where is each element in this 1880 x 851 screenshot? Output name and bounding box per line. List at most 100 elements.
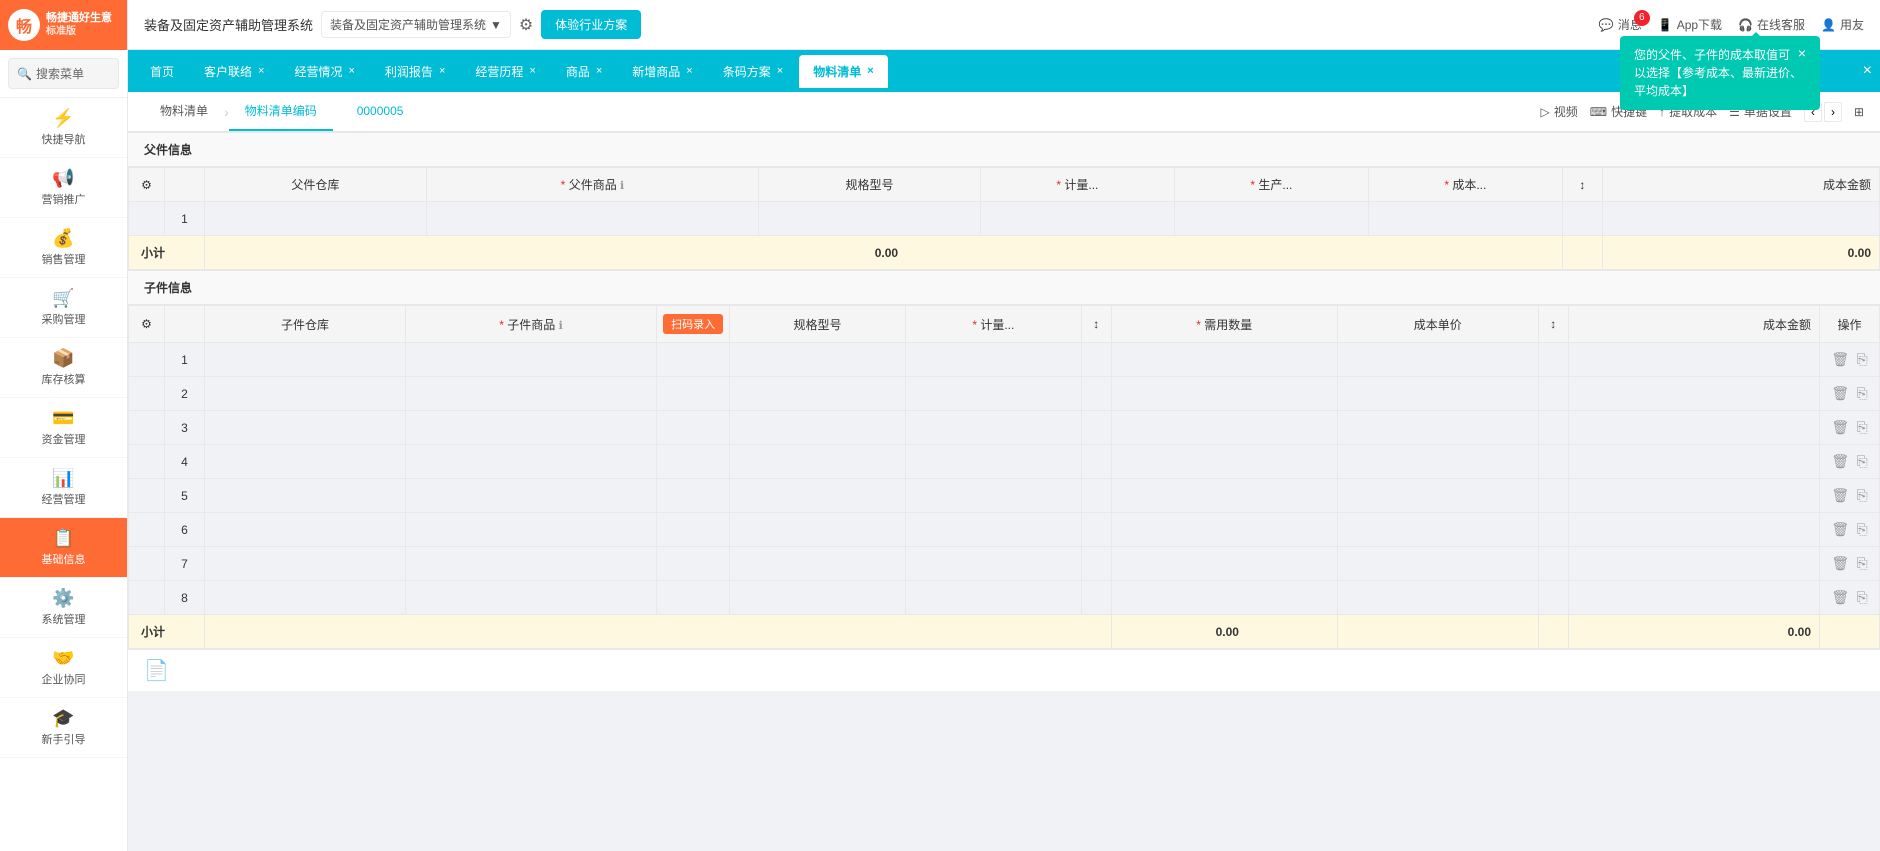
sub-tab-code[interactable]: 0000005	[341, 94, 420, 130]
delete-row-button-1[interactable]: 🗑	[1829, 385, 1851, 401]
child-cell-unitcost-7[interactable]	[1337, 581, 1538, 615]
sidebar-item-quicknav[interactable]: ⚡ 快捷导航	[0, 98, 127, 158]
tab-product[interactable]: 商品 ×	[552, 55, 616, 88]
child-cell-qty-0[interactable]	[1111, 343, 1337, 377]
sidebar-item-basic[interactable]: 📋 基础信息	[0, 518, 127, 578]
copy-row-button-6[interactable]: ⎘	[1854, 555, 1869, 571]
close-tab-product[interactable]: ×	[596, 65, 602, 77]
child-cell-spec-6[interactable]	[730, 547, 906, 581]
parent-cell-warehouse[interactable]	[205, 202, 427, 236]
delete-row-button-6[interactable]: 🗑	[1829, 555, 1851, 571]
child-cell-warehouse-3[interactable]	[205, 445, 406, 479]
close-all-tabs[interactable]: ×	[1863, 62, 1872, 80]
child-cell-spec-7[interactable]	[730, 581, 906, 615]
child-cell-warehouse-6[interactable]	[205, 547, 406, 581]
sub-tab-list[interactable]: 物料清单	[144, 92, 224, 131]
parent-col-gear[interactable]: ⚙	[129, 168, 165, 202]
child-col-gear[interactable]: ⚙	[129, 306, 165, 343]
copy-row-button-1[interactable]: ⎘	[1854, 385, 1869, 401]
sidebar-search[interactable]: 🔍 搜索菜单	[0, 50, 127, 98]
parent-cell-production[interactable]	[1174, 202, 1368, 236]
child-cell-product-5[interactable]	[405, 513, 656, 547]
child-cell-warehouse-7[interactable]	[205, 581, 406, 615]
copy-row-button-2[interactable]: ⎘	[1854, 419, 1869, 435]
child-cell-warehouse-2[interactable]	[205, 411, 406, 445]
delete-row-button-4[interactable]: 🗑	[1829, 487, 1851, 503]
child-cell-unitcost-2[interactable]	[1337, 411, 1538, 445]
sidebar-item-enterprise[interactable]: 🤝 企业协同	[0, 638, 127, 698]
sidebar-item-system[interactable]: ⚙️ 系统管理	[0, 578, 127, 638]
child-cell-spec-4[interactable]	[730, 479, 906, 513]
trial-button[interactable]: 体验行业方案	[541, 10, 641, 39]
child-cell-unit-4[interactable]	[905, 479, 1081, 513]
parent-cell-cost[interactable]	[1368, 202, 1562, 236]
child-cell-qty-7[interactable]	[1111, 581, 1337, 615]
child-cell-spec-1[interactable]	[730, 377, 906, 411]
grid-view-button[interactable]: ⊞	[1854, 105, 1864, 119]
child-cell-product-0[interactable]	[405, 343, 656, 377]
delete-row-button-7[interactable]: 🗑	[1829, 589, 1851, 605]
child-cell-warehouse-0[interactable]	[205, 343, 406, 377]
tab-home[interactable]: 首页	[136, 55, 188, 88]
sidebar-item-guide[interactable]: 🎓 新手引导	[0, 698, 127, 758]
child-cell-spec-5[interactable]	[730, 513, 906, 547]
child-cell-spec-2[interactable]	[730, 411, 906, 445]
child-cell-product-1[interactable]	[405, 377, 656, 411]
child-cell-unit-1[interactable]	[905, 377, 1081, 411]
tab-customer[interactable]: 客户联络 ×	[190, 55, 278, 88]
copy-row-button-4[interactable]: ⎘	[1854, 487, 1869, 503]
child-cell-unit-3[interactable]	[905, 445, 1081, 479]
copy-row-button-7[interactable]: ⎘	[1854, 589, 1869, 605]
delete-row-button-3[interactable]: 🗑	[1829, 453, 1851, 469]
parent-cell-spec[interactable]	[759, 202, 981, 236]
child-cell-product-6[interactable]	[405, 547, 656, 581]
close-tab-profit[interactable]: ×	[439, 65, 445, 77]
tab-operations[interactable]: 经营情况 ×	[280, 55, 368, 88]
copy-row-button-5[interactable]: ⎘	[1854, 521, 1869, 537]
tab-bom[interactable]: 物料清单 ×	[799, 55, 887, 88]
sidebar-item-purchase[interactable]: 🛒 采购管理	[0, 278, 127, 338]
child-cell-qty-3[interactable]	[1111, 445, 1337, 479]
sidebar-item-marketing[interactable]: 📢 营销推广	[0, 158, 127, 218]
copy-row-button-3[interactable]: ⎘	[1854, 453, 1869, 469]
child-cell-unitcost-4[interactable]	[1337, 479, 1538, 513]
child-cell-warehouse-4[interactable]	[205, 479, 406, 513]
child-cell-unit-5[interactable]	[905, 513, 1081, 547]
parent-cell-unit[interactable]	[980, 202, 1174, 236]
sidebar-item-finance[interactable]: 💳 资金管理	[0, 398, 127, 458]
message-button[interactable]: 💬 消息 6	[1599, 16, 1642, 33]
child-cell-product-2[interactable]	[405, 411, 656, 445]
child-cell-qty-4[interactable]	[1111, 479, 1337, 513]
scan-input-button[interactable]: 扫码录入	[663, 314, 723, 334]
delete-row-button-5[interactable]: 🗑	[1829, 521, 1851, 537]
close-tab-addproduct[interactable]: ×	[686, 65, 692, 77]
child-cell-qty-2[interactable]	[1111, 411, 1337, 445]
tab-barcode[interactable]: 条码方案 ×	[709, 55, 797, 88]
child-cell-warehouse-5[interactable]	[205, 513, 406, 547]
close-tab-customer[interactable]: ×	[258, 65, 264, 77]
sidebar-item-operations[interactable]: 📊 经营管理	[0, 458, 127, 518]
delete-row-button-0[interactable]: 🗑	[1829, 351, 1851, 367]
close-tab-history[interactable]: ×	[529, 65, 535, 77]
parent-cell-product[interactable]	[426, 202, 759, 236]
copy-row-button-0[interactable]: ⎘	[1854, 351, 1869, 367]
sidebar-item-inventory[interactable]: 📦 库存核算	[0, 338, 127, 398]
child-cell-unitcost-1[interactable]	[1337, 377, 1538, 411]
sidebar-item-sales[interactable]: 💰 销售管理	[0, 218, 127, 278]
tab-profit[interactable]: 利润报告 ×	[371, 55, 459, 88]
child-cell-unit-0[interactable]	[905, 343, 1081, 377]
child-cell-unit-6[interactable]	[905, 547, 1081, 581]
close-tab-barcode[interactable]: ×	[777, 65, 783, 77]
service-button[interactable]: 🎧 在线客服	[1738, 16, 1805, 33]
app-download-button[interactable]: 📱 App下载	[1658, 16, 1722, 33]
child-cell-unit-2[interactable]	[905, 411, 1081, 445]
child-col-scan[interactable]: 扫码录入	[657, 306, 730, 343]
child-cell-unitcost-0[interactable]	[1337, 343, 1538, 377]
next-record-button[interactable]: ›	[1824, 102, 1842, 122]
tab-history[interactable]: 经营历程 ×	[461, 55, 549, 88]
sub-tab-detail[interactable]: 物料清单编码	[229, 92, 333, 131]
close-tab-bom[interactable]: ×	[867, 65, 873, 77]
child-cell-unitcost-6[interactable]	[1337, 547, 1538, 581]
child-cell-product-4[interactable]	[405, 479, 656, 513]
delete-row-button-2[interactable]: 🗑	[1829, 419, 1851, 435]
